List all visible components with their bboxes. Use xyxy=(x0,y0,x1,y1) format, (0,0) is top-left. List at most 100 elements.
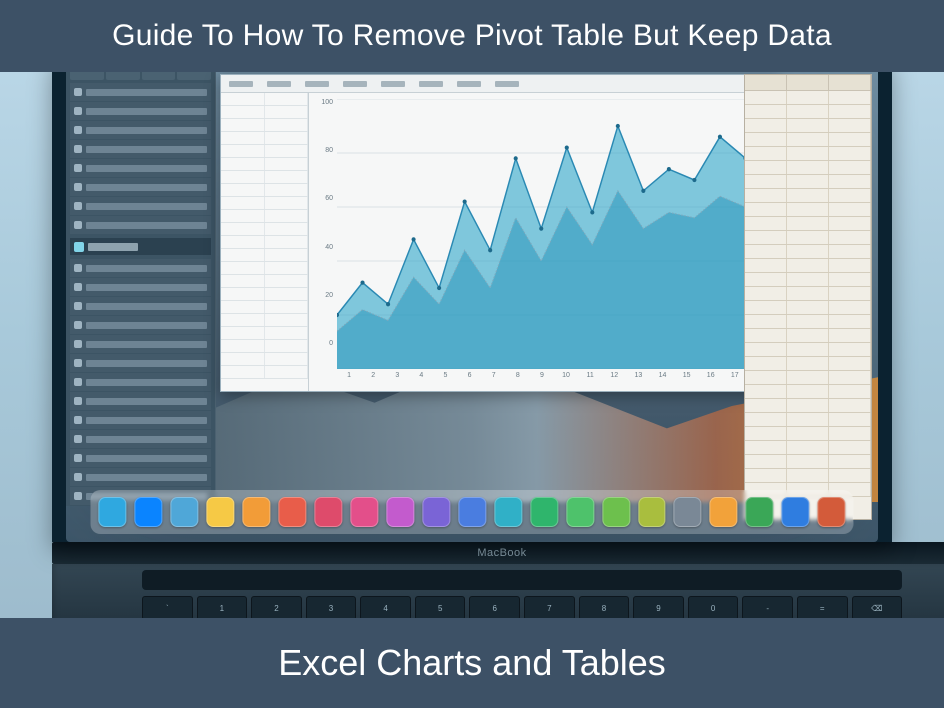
maps-icon[interactable] xyxy=(458,497,486,527)
sheet-row xyxy=(745,259,871,273)
x-tick: 14 xyxy=(650,372,674,391)
data-cell-row xyxy=(221,171,308,184)
keyboard-key: 6 xyxy=(469,596,520,618)
sheet-row xyxy=(745,91,871,105)
keyboard-deck: `1234567890-=⌫QWERTYUIOP[] xyxy=(52,564,944,618)
x-tick: 8 xyxy=(506,372,530,391)
sidebar-section-header xyxy=(70,238,211,255)
sidebar-row[interactable] xyxy=(70,392,211,410)
keyboard-key: 9 xyxy=(633,596,684,618)
safari-icon[interactable] xyxy=(134,497,162,527)
sheet-row xyxy=(745,231,871,245)
data-cell-row xyxy=(221,340,308,353)
keyboard-key: 3 xyxy=(306,596,357,618)
dock xyxy=(90,490,853,534)
sheet-row xyxy=(745,441,871,455)
sheet-row xyxy=(745,413,871,427)
notes-icon[interactable] xyxy=(206,497,234,527)
y-tick: 40 xyxy=(309,244,337,251)
laptop: 100806040200 123456789101112131415161718 xyxy=(52,72,892,618)
sheet-row xyxy=(745,147,871,161)
sidebar-row[interactable] xyxy=(70,297,211,315)
page-title: Guide To How To Remove Pivot Table But K… xyxy=(112,19,832,53)
news-icon[interactable] xyxy=(602,497,630,527)
numbers-icon[interactable] xyxy=(746,497,774,527)
keyboard-key: 1 xyxy=(197,596,248,618)
data-cell-row xyxy=(221,158,308,171)
sidebar-row[interactable] xyxy=(70,449,211,467)
y-tick: 0 xyxy=(309,340,337,347)
keyboard-key: 5 xyxy=(415,596,466,618)
sidebar-row[interactable] xyxy=(70,159,211,177)
title-band: Guide To How To Remove Pivot Table But K… xyxy=(0,0,944,72)
contacts-icon[interactable] xyxy=(314,497,342,527)
x-tick: 10 xyxy=(554,372,578,391)
sidebar-row[interactable] xyxy=(70,197,211,215)
music-icon[interactable] xyxy=(494,497,522,527)
keynote-icon[interactable] xyxy=(782,497,810,527)
sidebar-row[interactable] xyxy=(70,102,211,120)
sidebar-row[interactable] xyxy=(70,430,211,448)
settings-icon[interactable] xyxy=(674,497,702,527)
sheet-row xyxy=(745,105,871,119)
sidebar-row[interactable] xyxy=(70,140,211,158)
subtitle-band: Excel Charts and Tables xyxy=(0,618,944,708)
appstore-icon[interactable] xyxy=(638,497,666,527)
reminders-icon[interactable] xyxy=(242,497,270,527)
keyboard-key: 8 xyxy=(579,596,630,618)
keyboard-key: ` xyxy=(142,596,193,618)
sidebar-row[interactable] xyxy=(70,278,211,296)
finder-icon[interactable] xyxy=(98,497,126,527)
sidebar-tabs xyxy=(66,72,215,82)
y-tick: 100 xyxy=(309,99,337,106)
sheet-row xyxy=(745,245,871,259)
chart-y-axis: 100806040200 xyxy=(309,99,337,347)
x-tick: 2 xyxy=(361,372,385,391)
data-cell-row xyxy=(221,184,308,197)
keyboard-key: = xyxy=(797,596,848,618)
sidebar-panel xyxy=(66,72,216,506)
x-tick: 6 xyxy=(458,372,482,391)
mail-icon[interactable] xyxy=(170,497,198,527)
calendar-icon[interactable] xyxy=(278,497,306,527)
data-cell-row xyxy=(221,236,308,249)
messages-icon[interactable] xyxy=(386,497,414,527)
sheet-row xyxy=(745,301,871,315)
sheet-row xyxy=(745,189,871,203)
sheet-row xyxy=(745,175,871,189)
sidebar-row[interactable] xyxy=(70,468,211,486)
x-tick: 9 xyxy=(530,372,554,391)
excel-icon[interactable] xyxy=(818,497,846,527)
sheet-row xyxy=(745,217,871,231)
sheet-row xyxy=(745,455,871,469)
sheet-row xyxy=(745,329,871,343)
sidebar-row[interactable] xyxy=(70,373,211,391)
x-tick: 11 xyxy=(578,372,602,391)
sheet-row xyxy=(745,343,871,357)
sidebar-row[interactable] xyxy=(70,354,211,372)
data-cell-row xyxy=(221,249,308,262)
podcasts-icon[interactable] xyxy=(530,497,558,527)
sidebar-row[interactable] xyxy=(70,121,211,139)
tv-icon[interactable] xyxy=(566,497,594,527)
sheet-row xyxy=(745,469,871,483)
sidebar-row[interactable] xyxy=(70,178,211,196)
data-cell-row xyxy=(221,145,308,158)
chart-plot-area: 100806040200 xyxy=(309,93,779,369)
sidebar-row[interactable] xyxy=(70,316,211,334)
sidebar-row[interactable] xyxy=(70,216,211,234)
sidebar-row[interactable] xyxy=(70,411,211,429)
data-cell-row xyxy=(221,314,308,327)
sidebar-row[interactable] xyxy=(70,335,211,353)
hero-area: 100806040200 123456789101112131415161718 xyxy=(0,72,944,618)
sheet-row xyxy=(745,203,871,217)
sheet-row xyxy=(745,119,871,133)
sidebar-row[interactable] xyxy=(70,259,211,277)
pages-icon[interactable] xyxy=(710,497,738,527)
screen-content: 100806040200 123456789101112131415161718 xyxy=(66,72,878,542)
sidebar-row[interactable] xyxy=(70,83,211,101)
facetime-icon[interactable] xyxy=(422,497,450,527)
photos-icon[interactable] xyxy=(350,497,378,527)
chart-window: 100806040200 123456789101112131415161718 xyxy=(220,74,780,392)
laptop-brand-label: MacBook xyxy=(52,542,944,564)
